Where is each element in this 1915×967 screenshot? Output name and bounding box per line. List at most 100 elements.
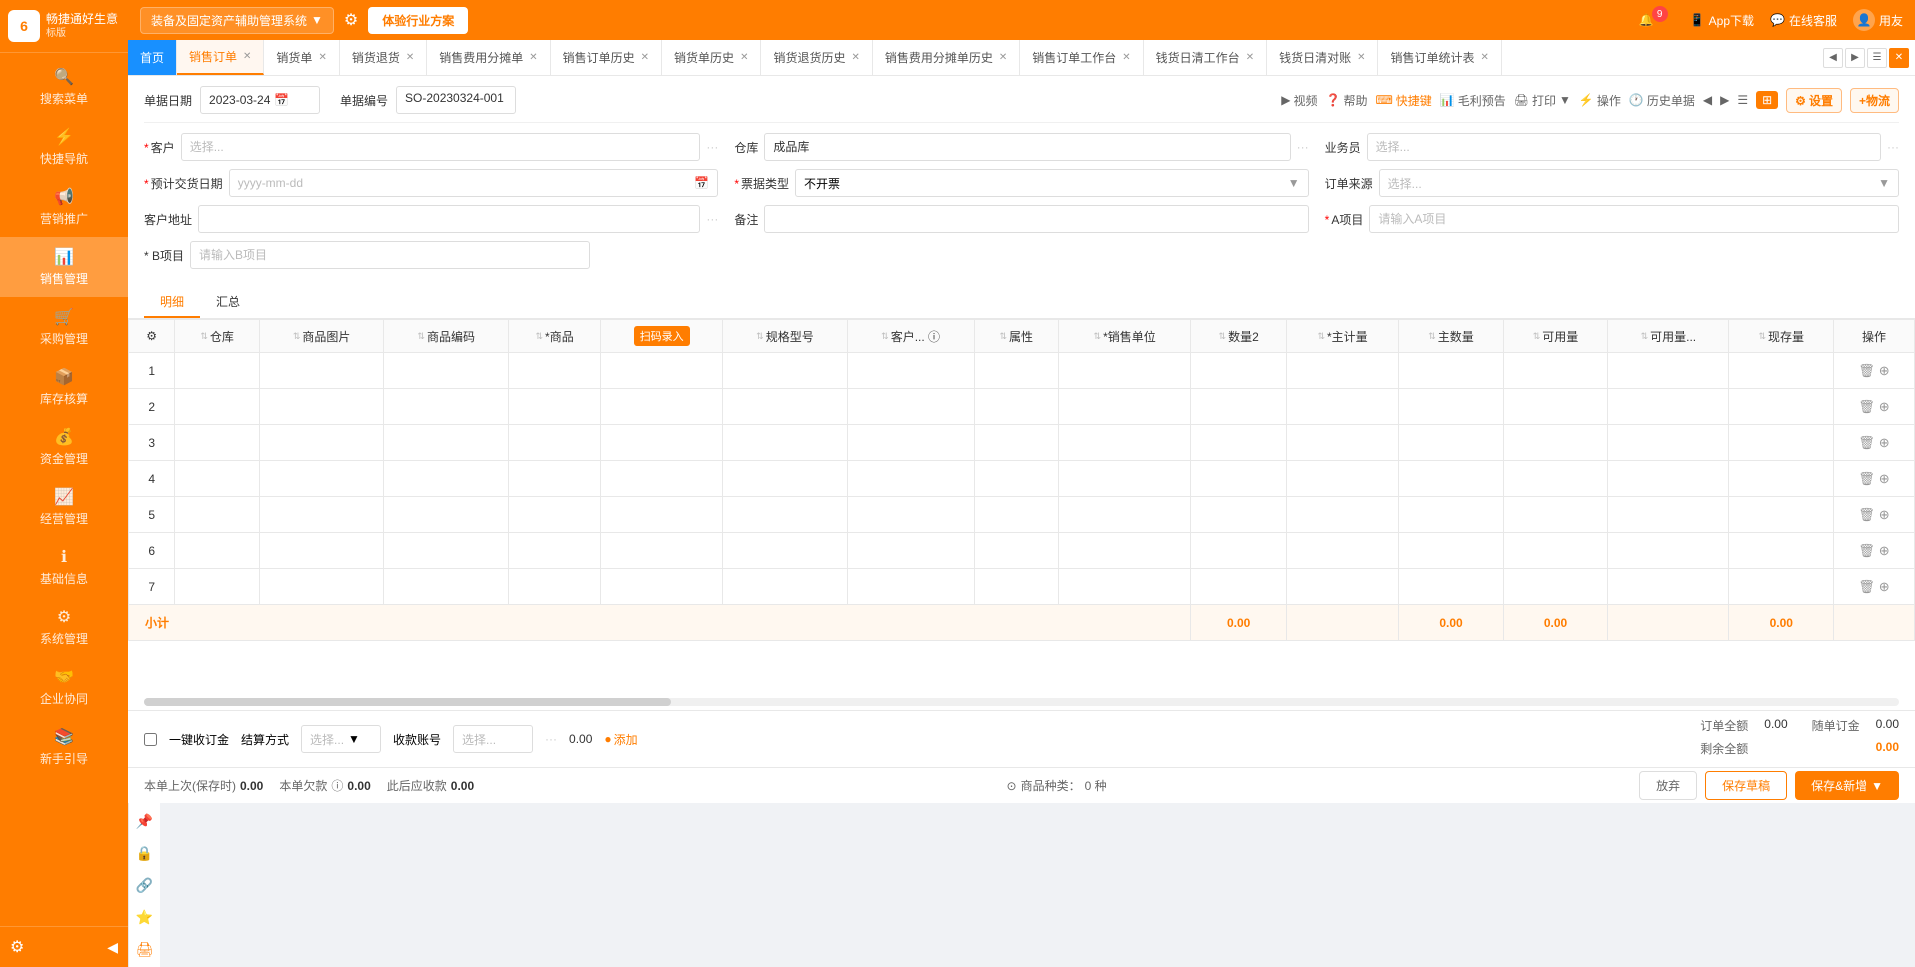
- tab-menu-btn[interactable]: ☰: [1867, 48, 1887, 68]
- row-image[interactable]: [259, 353, 384, 389]
- row-attr[interactable]: [974, 353, 1058, 389]
- row-available[interactable]: [1503, 353, 1608, 389]
- sidebar-item-info[interactable]: ℹ 基础信息: [0, 537, 128, 597]
- discard-btn[interactable]: 放弃: [1639, 771, 1697, 800]
- order-source-input[interactable]: 选择... ▼: [1379, 169, 1899, 197]
- no-input[interactable]: SO-20230324-001: [396, 86, 516, 114]
- tab-close-icon[interactable]: ✕: [406, 52, 414, 63]
- delivery-input[interactable]: yyyy-mm-dd 📅: [229, 169, 719, 197]
- row-scan[interactable]: [601, 353, 723, 389]
- row-code[interactable]: [384, 353, 509, 389]
- tab-close-icon[interactable]: ✕: [999, 52, 1007, 63]
- copy-icon[interactable]: ⊕: [1879, 579, 1890, 595]
- tab-close-icon[interactable]: ✕: [243, 51, 251, 62]
- settings-icon[interactable]: ⚙: [10, 937, 24, 957]
- copy-icon[interactable]: ⊕: [1879, 507, 1890, 523]
- delete-icon[interactable]: 🗑: [1858, 507, 1875, 523]
- sidebar-item-system[interactable]: ⚙ 系统管理: [0, 597, 128, 657]
- warehouse-input[interactable]: 成品库: [764, 133, 1290, 161]
- nav-prev-btn[interactable]: ◀: [1703, 93, 1712, 107]
- save-new-dropdown-icon[interactable]: ▼: [1871, 779, 1883, 793]
- sidebar-item-sales[interactable]: 📊 销售管理: [0, 237, 128, 297]
- tab-close-icon[interactable]: ✕: [1246, 52, 1254, 63]
- row-spec[interactable]: [723, 353, 848, 389]
- tab-close-icon[interactable]: ✕: [1481, 52, 1489, 63]
- row-current[interactable]: [1729, 353, 1834, 389]
- user-item[interactable]: 👤 用友: [1853, 9, 1903, 31]
- row-unit[interactable]: [1058, 353, 1190, 389]
- row-product[interactable]: [508, 353, 600, 389]
- tab-close-icon[interactable]: ✕: [851, 52, 859, 63]
- notes-input[interactable]: [764, 205, 1308, 233]
- tab-summary[interactable]: 汇总: [200, 287, 256, 318]
- th-settings[interactable]: ⚙: [129, 320, 175, 353]
- sidebar-item-ops[interactable]: 📈 经营管理: [0, 477, 128, 537]
- salesperson-more-icon[interactable]: ···: [1887, 140, 1899, 154]
- add-material-btn[interactable]: +物流: [1850, 88, 1899, 113]
- history-btn[interactable]: 🕐 历史单据: [1629, 92, 1695, 109]
- scan-btn[interactable]: 扫码录入: [634, 326, 690, 346]
- tab-close-all-btn[interactable]: ✕: [1889, 48, 1909, 68]
- sidebar-item-coop[interactable]: 🤝 企业协同: [0, 657, 128, 717]
- online-service-item[interactable]: 💬 在线客服: [1770, 12, 1837, 29]
- copy-icon[interactable]: ⊕: [1879, 399, 1890, 415]
- right-icon-1[interactable]: 📌: [131, 807, 159, 835]
- salesperson-input[interactable]: 选择...: [1367, 133, 1881, 161]
- sidebar-item-purchase[interactable]: 🛒 采购管理: [0, 297, 128, 357]
- copy-icon[interactable]: ⊕: [1879, 471, 1890, 487]
- tab-sales-order[interactable]: 销售订单 ✕: [177, 40, 264, 75]
- tab-home[interactable]: 首页: [128, 40, 177, 75]
- tab-detail[interactable]: 明细: [144, 287, 200, 318]
- sidebar-item-newbie[interactable]: 📚 新手引导: [0, 717, 128, 777]
- tab-close-icon[interactable]: ✕: [641, 52, 649, 63]
- list-view-btn[interactable]: ☰: [1737, 93, 1748, 107]
- system-selector[interactable]: 装备及固定资产辅助管理系统 ▼: [140, 7, 334, 34]
- print-btn[interactable]: 🖨 打印 ▼: [1514, 92, 1571, 109]
- customer-addr-input[interactable]: [198, 205, 700, 233]
- sidebar-item-stock[interactable]: 📦 库存核算: [0, 357, 128, 417]
- tab-order-history[interactable]: 销售订单历史 ✕: [551, 40, 662, 75]
- profit-btn[interactable]: 📊 毛利预告: [1440, 92, 1506, 109]
- account-more-icon[interactable]: ···: [545, 732, 557, 746]
- tab-expense-split[interactable]: 销售费用分摊单 ✕: [427, 40, 550, 75]
- tab-close-icon[interactable]: ✕: [740, 52, 748, 63]
- tab-daily-workbench[interactable]: 钱货日清工作台 ✕: [1144, 40, 1267, 75]
- tab-return-history[interactable]: 销货退货历史 ✕: [761, 40, 872, 75]
- add-payment-btn[interactable]: ● 添加: [604, 731, 637, 748]
- addr-more-icon[interactable]: ···: [706, 212, 718, 226]
- tab-close-icon[interactable]: ✕: [1122, 52, 1130, 63]
- delete-icon[interactable]: 🗑: [1858, 471, 1875, 487]
- card-view-btn[interactable]: ⊞: [1756, 91, 1778, 109]
- right-icon-2[interactable]: 🔒: [131, 839, 159, 867]
- date-input[interactable]: 2023-03-24 📅: [200, 86, 320, 114]
- invoice-select[interactable]: 不开票 ▼: [795, 169, 1309, 197]
- nav-next-btn[interactable]: ▶: [1720, 93, 1729, 107]
- settings-gear-icon[interactable]: ⚙: [344, 10, 358, 30]
- row-qty2[interactable]: [1191, 353, 1287, 389]
- one-click-checkbox[interactable]: [144, 733, 157, 746]
- preview-btn[interactable]: ▶ 视频: [1281, 92, 1317, 109]
- tab-close-icon[interactable]: ✕: [318, 52, 326, 63]
- row-warehouse[interactable]: [175, 353, 259, 389]
- payment-method-select[interactable]: 选择... ▼: [301, 725, 381, 753]
- b-project-input[interactable]: 请输入B项目: [190, 241, 590, 269]
- tab-expense-history[interactable]: 销售费用分摊单历史 ✕: [873, 40, 1020, 75]
- sidebar-item-nav[interactable]: ⚡ 快捷导航: [0, 117, 128, 177]
- customer-more-icon[interactable]: ···: [706, 140, 718, 154]
- delete-icon[interactable]: 🗑: [1858, 543, 1875, 559]
- customer-input[interactable]: 选择...: [181, 133, 701, 161]
- app-download-item[interactable]: 📱 App下载: [1690, 12, 1754, 29]
- sidebar-item-search[interactable]: 🔍 搜索菜单: [0, 57, 128, 117]
- right-icon-5[interactable]: 🖨: [131, 935, 159, 963]
- scroll-thumb[interactable]: [144, 698, 671, 706]
- a-project-input[interactable]: 请输入A项目: [1369, 205, 1899, 233]
- notification-item[interactable]: 🔔 9: [1639, 12, 1674, 28]
- right-icon-3[interactable]: 🔗: [131, 871, 159, 899]
- tab-order-workbench[interactable]: 销售订单工作台 ✕: [1020, 40, 1143, 75]
- delete-icon[interactable]: 🗑: [1858, 399, 1875, 415]
- industry-btn[interactable]: 体验行业方案: [368, 7, 468, 34]
- help-btn[interactable]: ❓ 帮助: [1325, 92, 1367, 109]
- right-icon-4[interactable]: ⭐: [131, 903, 159, 931]
- row-customer-code[interactable]: [847, 353, 974, 389]
- delete-icon[interactable]: 🗑: [1858, 435, 1875, 451]
